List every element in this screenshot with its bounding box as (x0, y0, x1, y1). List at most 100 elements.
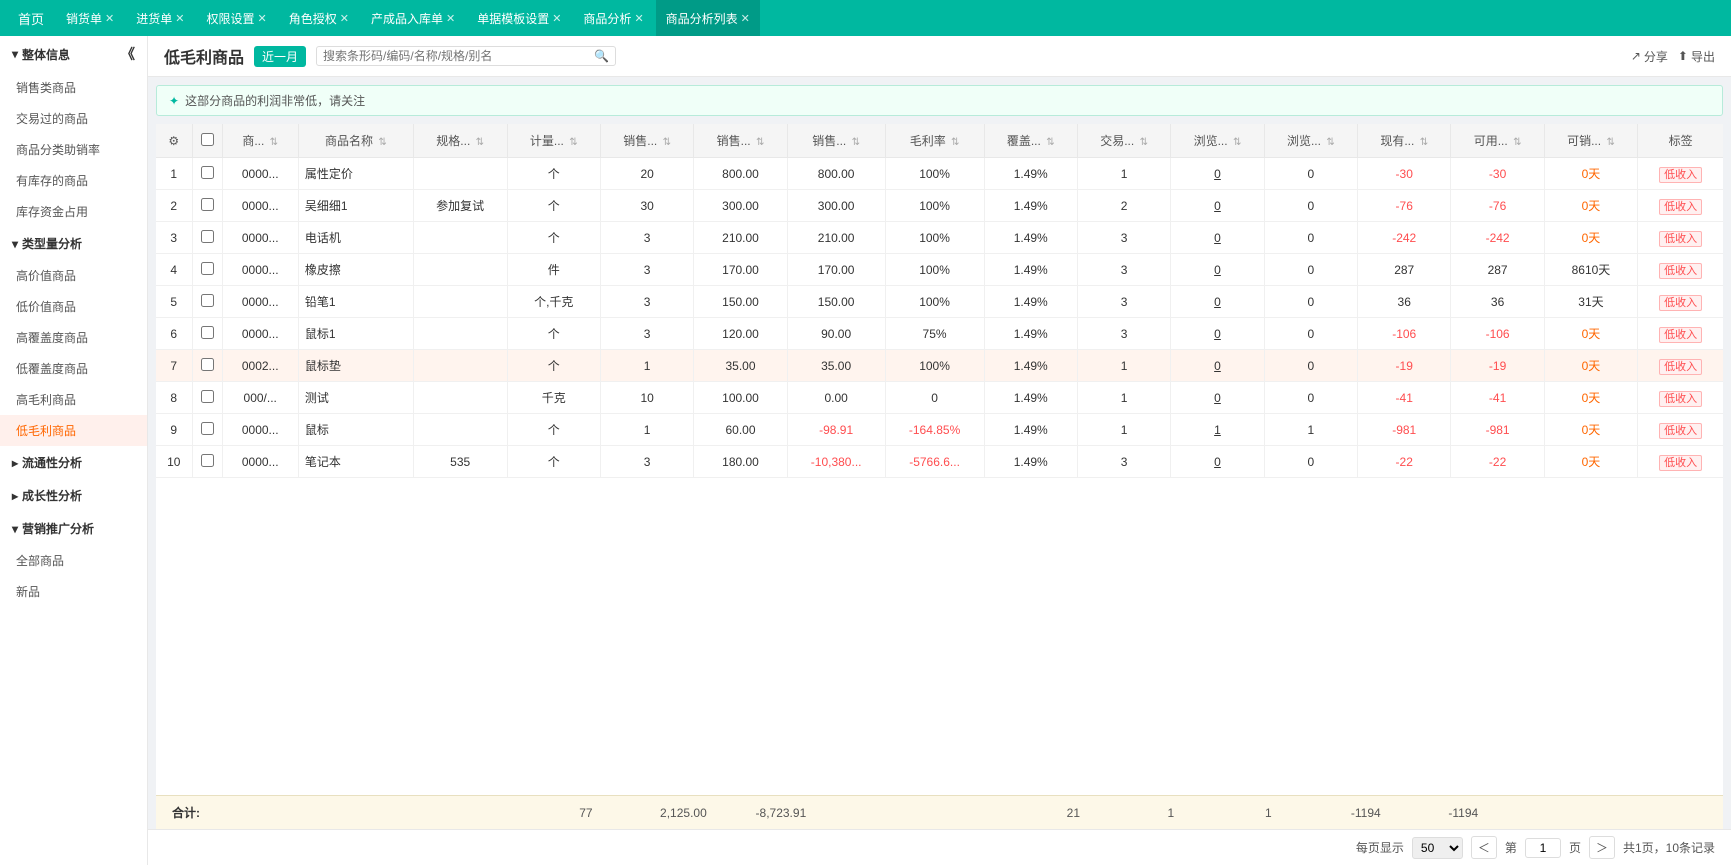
col-settings[interactable]: ⚙ (156, 124, 192, 158)
sidebar-group-type-analysis[interactable]: ▾ 类型量分析 (0, 227, 147, 260)
col-spec[interactable]: 规格... ⇅ (413, 124, 507, 158)
row-checkbox[interactable] (201, 358, 214, 371)
col-unit[interactable]: 计量... ⇅ (507, 124, 600, 158)
select-all-checkbox[interactable] (201, 133, 214, 146)
nav-close-icon[interactable]: ✕ (634, 12, 643, 25)
prev-page-button[interactable]: ＜ (1471, 836, 1497, 859)
page-size-select[interactable]: 50 100 200 (1412, 837, 1463, 859)
nav-close-icon[interactable]: ✕ (741, 12, 750, 25)
sidebar-item-high-margin[interactable]: 高毛利商品 (0, 384, 147, 415)
col-checkbox[interactable] (192, 124, 222, 158)
cell-checkbox[interactable] (192, 286, 222, 318)
search-input[interactable] (323, 49, 594, 63)
cell-browse1[interactable]: 0 (1171, 190, 1264, 222)
sidebar-item-new-products[interactable]: 新品 (0, 576, 147, 607)
sidebar-item-stock-products[interactable]: 有库存的商品 (0, 165, 147, 196)
col-trade-count[interactable]: 交易... ⇅ (1077, 124, 1170, 158)
nav-role-auth[interactable]: 角色授权 ✕ (279, 0, 359, 36)
sidebar-item-sales-products[interactable]: 销售类商品 (0, 72, 147, 103)
col-sales-qty[interactable]: 销售... ⇅ (600, 124, 693, 158)
next-page-button[interactable]: ＞ (1589, 836, 1615, 859)
nav-close-icon[interactable]: ✕ (105, 12, 114, 25)
row-checkbox[interactable] (201, 230, 214, 243)
row-checkbox[interactable] (201, 166, 214, 179)
col-gross-margin[interactable]: 毛利率 ⇅ (885, 124, 984, 158)
col-name[interactable]: 商品名称 ⇅ (298, 124, 413, 158)
cell-browse1[interactable]: 1 (1171, 414, 1264, 446)
sidebar-group-overall[interactable]: ▾ 整体信息 《 (0, 36, 147, 72)
row-checkbox[interactable] (201, 326, 214, 339)
cell-current-stock: -76 (1358, 190, 1451, 222)
cell-checkbox[interactable] (192, 254, 222, 286)
col-available-stock[interactable]: 可用... ⇅ (1451, 124, 1544, 158)
col-coverage[interactable]: 覆盖... ⇅ (984, 124, 1077, 158)
row-checkbox[interactable] (201, 422, 214, 435)
sidebar-group-growth[interactable]: ▸ 成长性分析 (0, 479, 147, 512)
cell-checkbox[interactable] (192, 190, 222, 222)
row-checkbox[interactable] (201, 390, 214, 403)
cell-browse1[interactable]: 0 (1171, 254, 1264, 286)
row-checkbox[interactable] (201, 454, 214, 467)
sidebar-item-low-coverage[interactable]: 低覆盖度商品 (0, 353, 147, 384)
sidebar-item-low-value[interactable]: 低价值商品 (0, 291, 147, 322)
sidebar-item-traded-products[interactable]: 交易过的商品 (0, 103, 147, 134)
sidebar-item-low-margin[interactable]: 低毛利商品 (0, 415, 147, 446)
sidebar-item-category-sales-rate[interactable]: 商品分类助销率 (0, 134, 147, 165)
cell-checkbox[interactable] (192, 382, 222, 414)
cell-browse1[interactable]: 0 (1171, 318, 1264, 350)
cell-checkbox[interactable] (192, 350, 222, 382)
col-current-stock[interactable]: 现有... ⇅ (1358, 124, 1451, 158)
sidebar-item-high-coverage[interactable]: 高覆盖度商品 (0, 322, 147, 353)
nav-product-inbound[interactable]: 产成品入库单 ✕ (361, 0, 465, 36)
page-number-input[interactable] (1525, 838, 1561, 858)
cell-browse1[interactable]: 0 (1171, 286, 1264, 318)
export-button[interactable]: ⬆ 导出 (1678, 48, 1715, 65)
search-icon[interactable]: 🔍 (594, 49, 609, 63)
cell-checkbox[interactable] (192, 158, 222, 190)
sidebar-item-all-products[interactable]: 全部商品 (0, 545, 147, 576)
cell-browse1[interactable]: 0 (1171, 158, 1264, 190)
sidebar-item-high-value[interactable]: 高价值商品 (0, 260, 147, 291)
col-code[interactable]: 商... ⇅ (222, 124, 298, 158)
table-wrapper[interactable]: ⚙ 商... ⇅ 商品名称 ⇅ (156, 124, 1723, 795)
row-checkbox[interactable] (201, 262, 214, 275)
col-sellable-days[interactable]: 可销... ⇅ (1544, 124, 1637, 158)
nav-template-settings[interactable]: 单据模板设置 ✕ (467, 0, 571, 36)
nav-purchase-order[interactable]: 进货单 ✕ (126, 0, 194, 36)
cell-no: 5 (156, 286, 192, 318)
sidebar-group-liquidity[interactable]: ▸ 流通性分析 (0, 446, 147, 479)
nav-close-icon[interactable]: ✕ (446, 12, 455, 25)
sidebar-item-stock-capital[interactable]: 库存资金占用 (0, 196, 147, 227)
sidebar-group-marketing[interactable]: ▾ 营销推广分析 (0, 512, 147, 545)
cell-browse1[interactable]: 0 (1171, 222, 1264, 254)
sort-icon: ⇅ (1606, 137, 1614, 148)
nav-close-icon[interactable]: ✕ (552, 12, 561, 25)
time-filter-button[interactable]: 近一月 (254, 46, 306, 67)
row-checkbox[interactable] (201, 294, 214, 307)
cell-checkbox[interactable] (192, 318, 222, 350)
col-browse1[interactable]: 浏览... ⇅ (1171, 124, 1264, 158)
row-checkbox[interactable] (201, 198, 214, 211)
cell-browse1[interactable]: 0 (1171, 350, 1264, 382)
cell-checkbox[interactable] (192, 446, 222, 478)
col-browse2[interactable]: 浏览... ⇅ (1264, 124, 1357, 158)
cell-checkbox[interactable] (192, 222, 222, 254)
nav-close-icon[interactable]: ✕ (175, 12, 184, 25)
nav-sales-order[interactable]: 销货单 ✕ (56, 0, 124, 36)
cell-browse1[interactable]: 0 (1171, 446, 1264, 478)
settings-icon[interactable]: ⚙ (168, 134, 179, 148)
col-sales-price[interactable]: 销售... ⇅ (694, 124, 787, 158)
nav-close-icon[interactable]: ✕ (340, 12, 349, 25)
col-sales-amount[interactable]: 销售... ⇅ (787, 124, 885, 158)
cell-checkbox[interactable] (192, 414, 222, 446)
nav-close-icon[interactable]: ✕ (258, 12, 267, 25)
nav-home[interactable]: 首页 (8, 0, 54, 36)
cell-name: 电话机 (298, 222, 413, 254)
cell-browse1[interactable]: 0 (1171, 382, 1264, 414)
nav-permission-settings[interactable]: 权限设置 ✕ (196, 0, 276, 36)
nav-product-analysis-list[interactable]: 商品分析列表 ✕ (656, 0, 760, 36)
share-button[interactable]: ↗ 分享 (1631, 48, 1668, 65)
sidebar-collapse-btn[interactable]: 《 (121, 44, 135, 64)
col-tag[interactable]: 标签 (1638, 124, 1723, 158)
nav-product-analysis[interactable]: 商品分析 ✕ (573, 0, 653, 36)
